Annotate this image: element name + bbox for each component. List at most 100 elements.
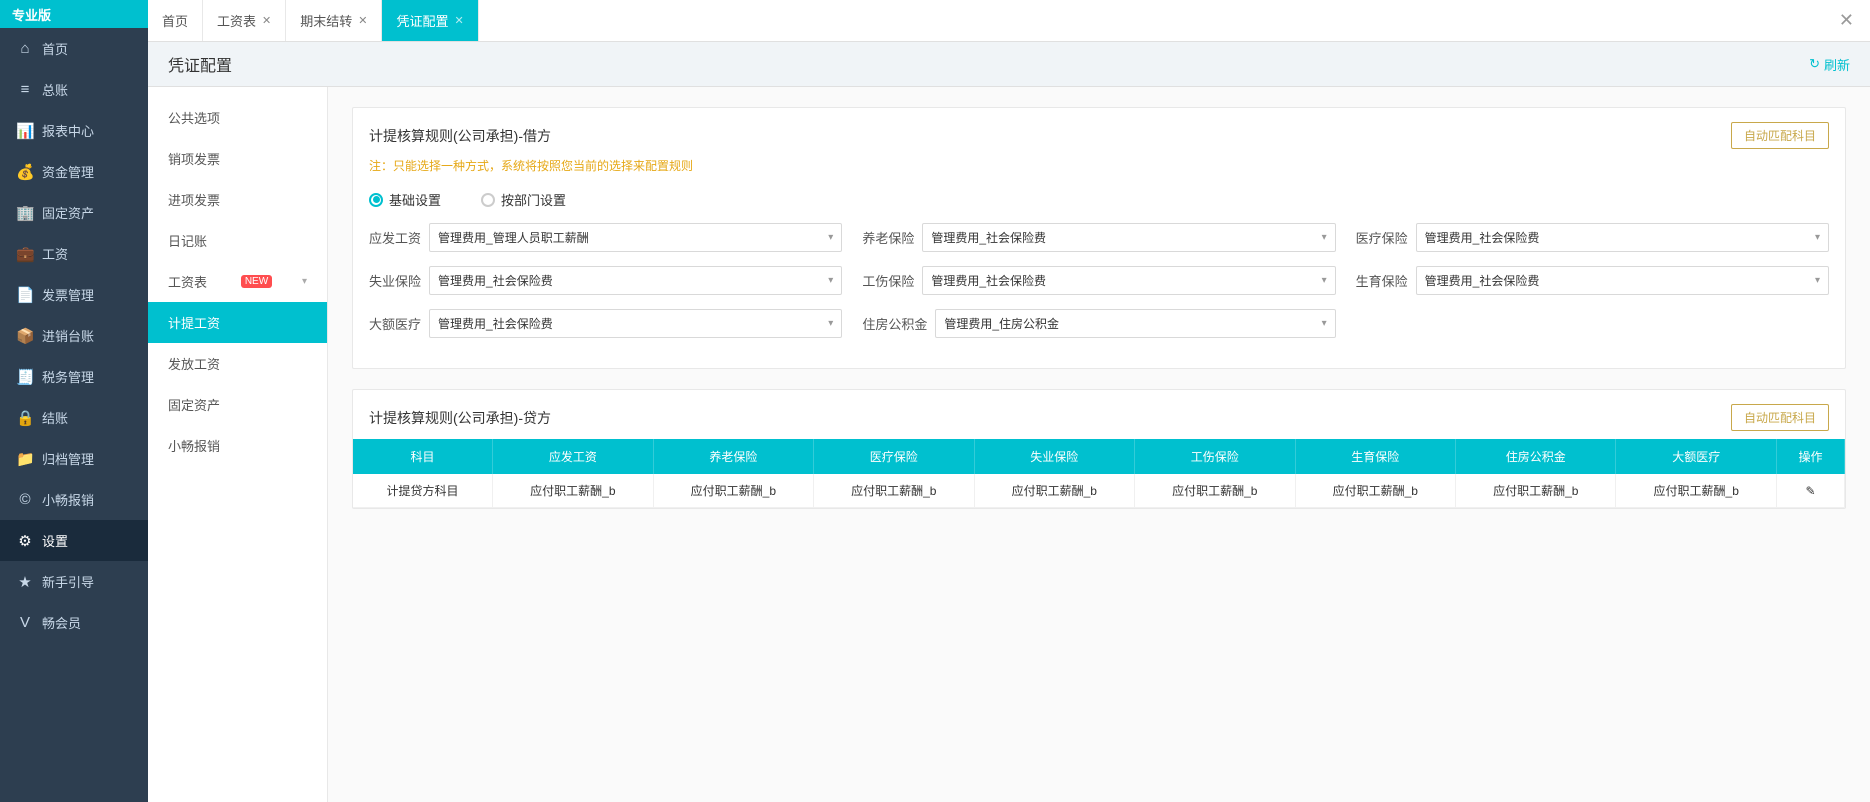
sidebar-item-funds[interactable]: 💰 资金管理	[0, 151, 148, 192]
auto-match-btn-2[interactable]: 自动匹配科目	[1731, 404, 1829, 431]
section2-header: 计提核算规则(公司承担)-贷方 自动匹配科目	[353, 390, 1845, 439]
field-daeyiliao: 大额医疗 管理费用_社会保险费 ▾	[369, 309, 842, 338]
sidebar-item-settings[interactable]: ⚙ 设置	[0, 520, 148, 561]
sidebar-item-vip[interactable]: V 畅会员	[0, 602, 148, 643]
label-shengyu: 生育保险	[1356, 271, 1408, 290]
sidebar-item-ledger[interactable]: ≡ 总账	[0, 69, 148, 110]
select-shengyu[interactable]: 管理费用_社会保险费 ▾	[1416, 266, 1829, 295]
label-gongshang: 工伤保险	[862, 271, 914, 290]
label-yiliao: 医疗保险	[1356, 228, 1408, 247]
select-daeyiliao[interactable]: 管理费用_社会保险费 ▾	[429, 309, 842, 338]
sidebar-item-salary[interactable]: 💼 工资	[0, 233, 148, 274]
cell-yanglao: 应付职工薪酬_b	[653, 474, 813, 508]
sidebar-item-tax[interactable]: 🧾 税务管理	[0, 356, 148, 397]
left-nav-public[interactable]: 公共选项	[148, 97, 327, 138]
sidebar-item-expense[interactable]: © 小畅报销	[0, 479, 148, 520]
cell-shiye: 应付职工薪酬_b	[974, 474, 1134, 508]
auto-match-btn-1[interactable]: 自动匹配科目	[1731, 122, 1829, 149]
cell-yiliao: 应付职工薪酬_b	[814, 474, 974, 508]
form-row-1: 应发工资 管理费用_管理人员职工薪酬 ▾ 养老保险 管理费用_社会保险费 ▾	[369, 223, 1829, 252]
sidebar-item-invoice[interactable]: 📄 发票管理	[0, 274, 148, 315]
field-gongjijin: 住房公积金 管理费用_住房公积金 ▾	[862, 309, 1335, 338]
select-gongjijin[interactable]: 管理费用_住房公积金 ▾	[935, 309, 1335, 338]
col-header-yanglao: 养老保险	[653, 439, 813, 474]
edit-action[interactable]: ✎	[1776, 474, 1844, 508]
col-header-action: 操作	[1776, 439, 1844, 474]
left-nav: 公共选项 销项发票 进项发票 日记账 工资表 NEW ▾ 计提工资 发放工资	[148, 87, 328, 802]
radio-group: 基础设置 按部门设置	[353, 184, 1845, 223]
left-nav-sales-invoice[interactable]: 销项发票	[148, 138, 327, 179]
select-yanglao[interactable]: 管理费用_社会保险费 ▾	[922, 223, 1335, 252]
content-body: 公共选项 销项发票 进项发票 日记账 工资表 NEW ▾ 计提工资 发放工资	[148, 87, 1870, 802]
tab-voucher[interactable]: 凭证配置 ✕	[382, 0, 478, 41]
tab-home[interactable]: 首页	[148, 0, 203, 41]
radio-basic[interactable]: 基础设置	[369, 190, 441, 209]
col-header-yiliao: 医疗保险	[814, 439, 974, 474]
section-credit: 计提核算规则(公司承担)-贷方 自动匹配科目 科目 应发工资 养老保险 医疗保险…	[352, 389, 1846, 509]
chevron-yingfa: ▾	[828, 232, 833, 243]
select-yiliao[interactable]: 管理费用_社会保险费 ▾	[1416, 223, 1829, 252]
refresh-icon: ↻	[1809, 56, 1820, 72]
sidebar-item-home[interactable]: ⌂ 首页	[0, 28, 148, 69]
sidebar-item-assets[interactable]: 🏢 固定资产	[0, 192, 148, 233]
refresh-button[interactable]: ↻ 刷新	[1809, 55, 1850, 74]
section1-note: 注：只能选择一种方式，系统将按照您当前的选择来配置规则	[353, 157, 1845, 184]
page-header: 凭证配置 ↻ 刷新	[148, 42, 1870, 87]
field-yiliao: 医疗保险 管理费用_社会保险费 ▾	[1356, 223, 1829, 252]
salary-icon: 💼	[16, 245, 34, 263]
sidebar-item-guide[interactable]: ★ 新手引导	[0, 561, 148, 602]
expense-icon: ©	[16, 491, 34, 508]
tab-payroll[interactable]: 工资表 ✕	[203, 0, 286, 41]
label-yingfa: 应发工资	[369, 228, 421, 247]
left-nav-expense[interactable]: 小畅报销	[148, 425, 327, 466]
tab-voucher-close[interactable]: ✕	[455, 14, 464, 27]
label-yanglao: 养老保险	[862, 228, 914, 247]
left-nav-purchase-invoice[interactable]: 进项发票	[148, 179, 327, 220]
label-daeyiliao: 大额医疗	[369, 314, 421, 333]
cell-yingfa: 应付职工薪酬_b	[493, 474, 653, 508]
select-yingfa[interactable]: 管理费用_管理人员职工薪酬 ▾	[429, 223, 842, 252]
credit-table: 科目 应发工资 养老保险 医疗保险 失业保险 工伤保险 生育保险 住房公积金 大…	[353, 439, 1845, 508]
tab-closing-close[interactable]: ✕	[358, 14, 367, 27]
radio-dept-circle	[481, 193, 495, 207]
funds-icon: 💰	[16, 163, 34, 181]
section1-header: 计提核算规则(公司承担)-借方 自动匹配科目	[353, 108, 1845, 157]
sidebar-item-reports[interactable]: 📊 报表中心	[0, 110, 148, 151]
col-header-yingfa: 应发工资	[493, 439, 653, 474]
left-nav-payroll-table[interactable]: 工资表 NEW ▾	[148, 261, 327, 302]
left-nav-journal[interactable]: 日记账	[148, 220, 327, 261]
ledger-icon: ≡	[16, 81, 34, 98]
form-row-3: 大额医疗 管理费用_社会保险费 ▾ 住房公积金 管理费用_住房公积金 ▾	[369, 309, 1829, 338]
label-gongjijin: 住房公积金	[862, 314, 927, 333]
guide-icon: ★	[16, 573, 34, 591]
table-row: 计提贷方科目 应付职工薪酬_b 应付职工薪酬_b 应付职工薪酬_b 应付职工薪酬…	[353, 474, 1845, 508]
tab-payroll-close[interactable]: ✕	[262, 14, 271, 27]
tab-closing[interactable]: 期末结转 ✕	[286, 0, 382, 41]
radio-dept[interactable]: 按部门设置	[481, 190, 566, 209]
assets-icon: 🏢	[16, 204, 34, 222]
chevron-gongjijin: ▾	[1322, 318, 1327, 329]
field-yingfa: 应发工资 管理费用_管理人员职工薪酬 ▾	[369, 223, 842, 252]
section-debit: 计提核算规则(公司承担)-借方 自动匹配科目 注：只能选择一种方式，系统将按照您…	[352, 107, 1846, 369]
radio-basic-circle	[369, 193, 383, 207]
home-icon: ⌂	[16, 40, 34, 57]
select-shiye[interactable]: 管理费用_社会保险费 ▾	[429, 266, 842, 295]
select-gongshang[interactable]: 管理费用_社会保险费 ▾	[922, 266, 1335, 295]
sidebar-item-closing[interactable]: 🔒 结账	[0, 397, 148, 438]
left-nav-calc-salary[interactable]: 计提工资	[148, 302, 327, 343]
left-nav-fixed-assets[interactable]: 固定资产	[148, 384, 327, 425]
inventory-icon: 📦	[16, 327, 34, 345]
field-shengyu: 生育保险 管理费用_社会保险费 ▾	[1356, 266, 1829, 295]
close-window-btn[interactable]: ✕	[1823, 10, 1870, 31]
page-title: 凭证配置	[168, 52, 232, 76]
label-shiye: 失业保险	[369, 271, 421, 290]
new-badge: NEW	[241, 275, 272, 288]
sidebar-item-inventory[interactable]: 📦 进销台账	[0, 315, 148, 356]
main-area: 首页 工资表 ✕ 期末结转 ✕ 凭证配置 ✕ ✕ 凭证配置 ↻ 刷新 公共选项	[148, 0, 1870, 802]
cell-subject: 计提贷方科目	[353, 474, 493, 508]
tax-icon: 🧾	[16, 368, 34, 386]
cell-gongjijin: 应付职工薪酬_b	[1456, 474, 1616, 508]
left-nav-pay-salary[interactable]: 发放工资	[148, 343, 327, 384]
sidebar-item-archive[interactable]: 📁 归档管理	[0, 438, 148, 479]
col-header-gongshang: 工伤保险	[1135, 439, 1295, 474]
